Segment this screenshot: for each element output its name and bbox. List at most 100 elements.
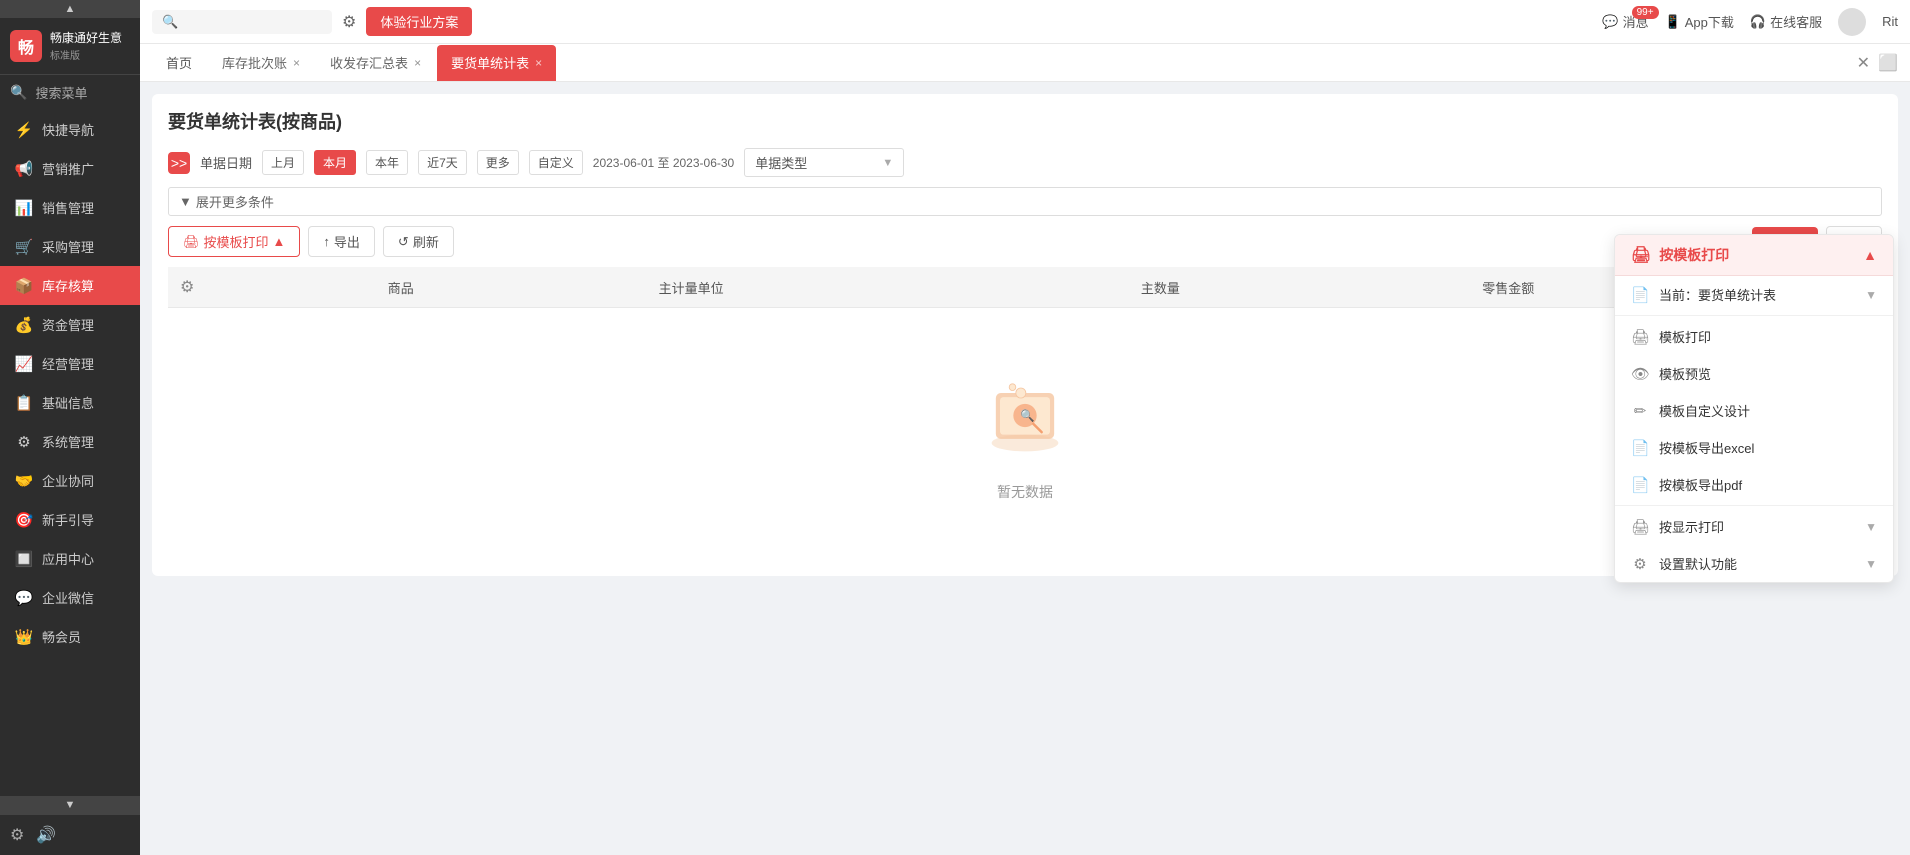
print-button[interactable]: 🖨 按模板打印 ▲ (168, 226, 300, 257)
dropdown-header-icon: 🖨 (1631, 245, 1651, 265)
sidebar-search[interactable]: 🔍 搜索菜单 (0, 75, 140, 110)
svg-text:🔍: 🔍 (1020, 408, 1035, 423)
dropdown-item-template-preview[interactable]: 👁 模板预览 (1615, 355, 1893, 392)
dropdown-item-template-print[interactable]: 🖨 模板打印 (1615, 318, 1893, 355)
window-close-btn[interactable]: ✕ (1857, 53, 1870, 73)
app-download[interactable]: 📱 App下载 (1665, 12, 1734, 31)
dropdown-divider-1 (1615, 315, 1893, 316)
display-print-label: 按显示打印 (1659, 517, 1724, 536)
download-icon: 📱 (1665, 14, 1681, 30)
kuaijie-icon: ⚡ (14, 121, 34, 139)
print-icon: 🖨 (183, 234, 200, 250)
sidebar-item-xitong[interactable]: ⚙ 系统管理 (0, 422, 140, 461)
topbar-search[interactable]: 🔍 (152, 10, 332, 34)
sidebar-item-caigou[interactable]: 🛒 采购管理 (0, 227, 140, 266)
dropdown-header-arrow[interactable]: ▲ (1863, 247, 1877, 263)
sidebar-item-label: 新手引导 (42, 510, 94, 529)
sidebar-item-weixin[interactable]: 💬 企业微信 (0, 578, 140, 617)
set-default-icon: ⚙ (1631, 555, 1649, 573)
date-btn-shangyue[interactable]: 上月 (262, 150, 304, 175)
sidebar-item-jichu[interactable]: 📋 基础信息 (0, 383, 140, 422)
tab-kucun-pizhi-close[interactable]: × (293, 56, 300, 70)
filter-row: >> 单据日期 上月 本月 本年 近7天 更多 自定义 2023-06-01 至… (168, 148, 1882, 177)
date-btn-gengduo[interactable]: 更多 (477, 150, 519, 175)
sidebar-item-yingyong[interactable]: 🔲 应用中心 (0, 539, 140, 578)
sidebar-item-zijin[interactable]: 💰 资金管理 (0, 305, 140, 344)
app-download-label: App下载 (1685, 12, 1734, 31)
tab-kucun-pizhi[interactable]: 库存批次账 × (208, 45, 314, 81)
topbar-gear-icon[interactable]: ⚙ (342, 12, 356, 32)
dropdown-item-template-pdf[interactable]: 📄 按模板导出pdf (1615, 466, 1893, 503)
template-pdf-label: 按模板导出pdf (1659, 475, 1742, 494)
messages-count: 99+ (1632, 6, 1659, 19)
xinshou-icon: 🎯 (14, 511, 34, 529)
template-preview-icon: 👁 (1631, 365, 1649, 383)
type-filter-arrow: ▼ (882, 157, 893, 169)
caigou-icon: 🛒 (14, 238, 34, 256)
huiyuan-icon: 👑 (14, 628, 34, 646)
export-button[interactable]: ↑ 导出 (308, 226, 375, 257)
date-btn-zidingyi[interactable]: 自定义 (529, 150, 583, 175)
dropdown-item-template-excel[interactable]: 📄 按模板导出excel (1615, 429, 1893, 466)
tab-yaohuo-tongji[interactable]: 要货单统计表 × (437, 45, 556, 81)
empty-icon: 🔍 (975, 368, 1075, 468)
user-avatar[interactable] (1838, 8, 1866, 36)
sidebar-item-label: 应用中心 (42, 549, 94, 568)
sidebar: ▲ 畅 畅康通好生意 标准版 🔍 搜索菜单 ⚡ 快捷导航 📢 营销推广 📊 销售… (0, 0, 140, 855)
sidebar-item-kuaijie[interactable]: ⚡ 快捷导航 (0, 110, 140, 149)
service-icon: 🎧 (1750, 14, 1766, 30)
sidebar-item-yingxiao[interactable]: 📢 营销推广 (0, 149, 140, 188)
dropdown-item-template-custom[interactable]: ✏ 模板自定义设计 (1615, 392, 1893, 429)
type-filter-select[interactable]: 单据类型 ▼ (744, 148, 904, 177)
dropdown-divider-2 (1615, 505, 1893, 506)
dropdown-header[interactable]: 🖨 按模板打印 ▲ (1615, 235, 1893, 276)
dropdown-header-label: 按模板打印 (1659, 245, 1729, 265)
tab-shoufa-huizong-close[interactable]: × (414, 56, 421, 70)
sidebar-item-xinshou[interactable]: 🎯 新手引导 (0, 500, 140, 539)
template-excel-icon: 📄 (1631, 439, 1649, 457)
refresh-icon: ↺ (398, 234, 409, 250)
date-btn-jin7tian[interactable]: 近7天 (418, 150, 467, 175)
refresh-button[interactable]: ↺ 刷新 (383, 226, 454, 257)
date-btn-bennian[interactable]: 本年 (366, 150, 408, 175)
tab-home-label: 首页 (166, 53, 192, 72)
sidebar-scroll-up[interactable]: ▲ (0, 0, 140, 18)
th-gear[interactable]: ⚙ (168, 267, 376, 308)
column-settings-icon[interactable]: ⚙ (180, 279, 194, 296)
sidebar-item-kucun[interactable]: 📦 库存核算 (0, 266, 140, 305)
display-print-arrow: ▼ (1865, 520, 1877, 534)
display-print-icon: 🖨 (1631, 518, 1649, 536)
sidebar-scroll-down[interactable]: ▼ (0, 796, 140, 814)
messages-badge[interactable]: 💬 消息 99+ (1602, 12, 1648, 31)
filter-expand-button[interactable]: >> (168, 152, 190, 174)
tab-shoufa-huizong[interactable]: 收发存汇总表 × (316, 45, 435, 81)
sidebar-item-jingying[interactable]: 📈 经营管理 (0, 344, 140, 383)
settings-icon[interactable]: ⚙ (10, 825, 24, 845)
tab-yaohuo-tongji-close[interactable]: × (535, 56, 542, 70)
date-btn-benyue[interactable]: 本月 (314, 150, 356, 175)
print-arrow: ▲ (273, 234, 286, 249)
sidebar-item-label: 销售管理 (42, 198, 94, 217)
sidebar-item-label: 经营管理 (42, 354, 94, 373)
xitong-icon: ⚙ (14, 433, 34, 451)
trial-button[interactable]: 体验行业方案 (366, 7, 472, 36)
tab-home[interactable]: 首页 (152, 45, 206, 81)
sidebar-item-xiaoshou[interactable]: 📊 销售管理 (0, 188, 140, 227)
export-label: 导出 (334, 232, 360, 251)
sidebar-footer: ⚙ 🔊 (0, 814, 140, 855)
expand-more-button[interactable]: ▼ 展开更多条件 (168, 187, 1882, 216)
online-service[interactable]: 🎧 在线客服 (1750, 12, 1822, 31)
dropdown-item-set-default[interactable]: ⚙ 设置默认功能 ▼ (1615, 545, 1893, 582)
sidebar-item-qiye[interactable]: 🤝 企业协同 (0, 461, 140, 500)
dropdown-item-current[interactable]: 📄 当前：要货单统计表 ▼ (1615, 276, 1893, 313)
sound-icon[interactable]: 🔊 (36, 825, 56, 845)
message-icon: 💬 (1602, 14, 1618, 30)
sidebar-item-label: 系统管理 (42, 432, 94, 451)
sidebar-item-label: 库存核算 (42, 276, 94, 295)
tabs-bar: 首页 库存批次账 × 收发存汇总表 × 要货单统计表 × ✕ ⬜ (140, 44, 1910, 82)
template-print-label: 模板打印 (1659, 327, 1711, 346)
dropdown-item-display-print[interactable]: 🖨 按显示打印 ▼ (1615, 508, 1893, 545)
sidebar-item-huiyuan[interactable]: 👑 畅会员 (0, 617, 140, 656)
window-maximize-btn[interactable]: ⬜ (1878, 53, 1898, 73)
dropdown-current-label: 当前：要货单统计表 (1659, 285, 1776, 304)
